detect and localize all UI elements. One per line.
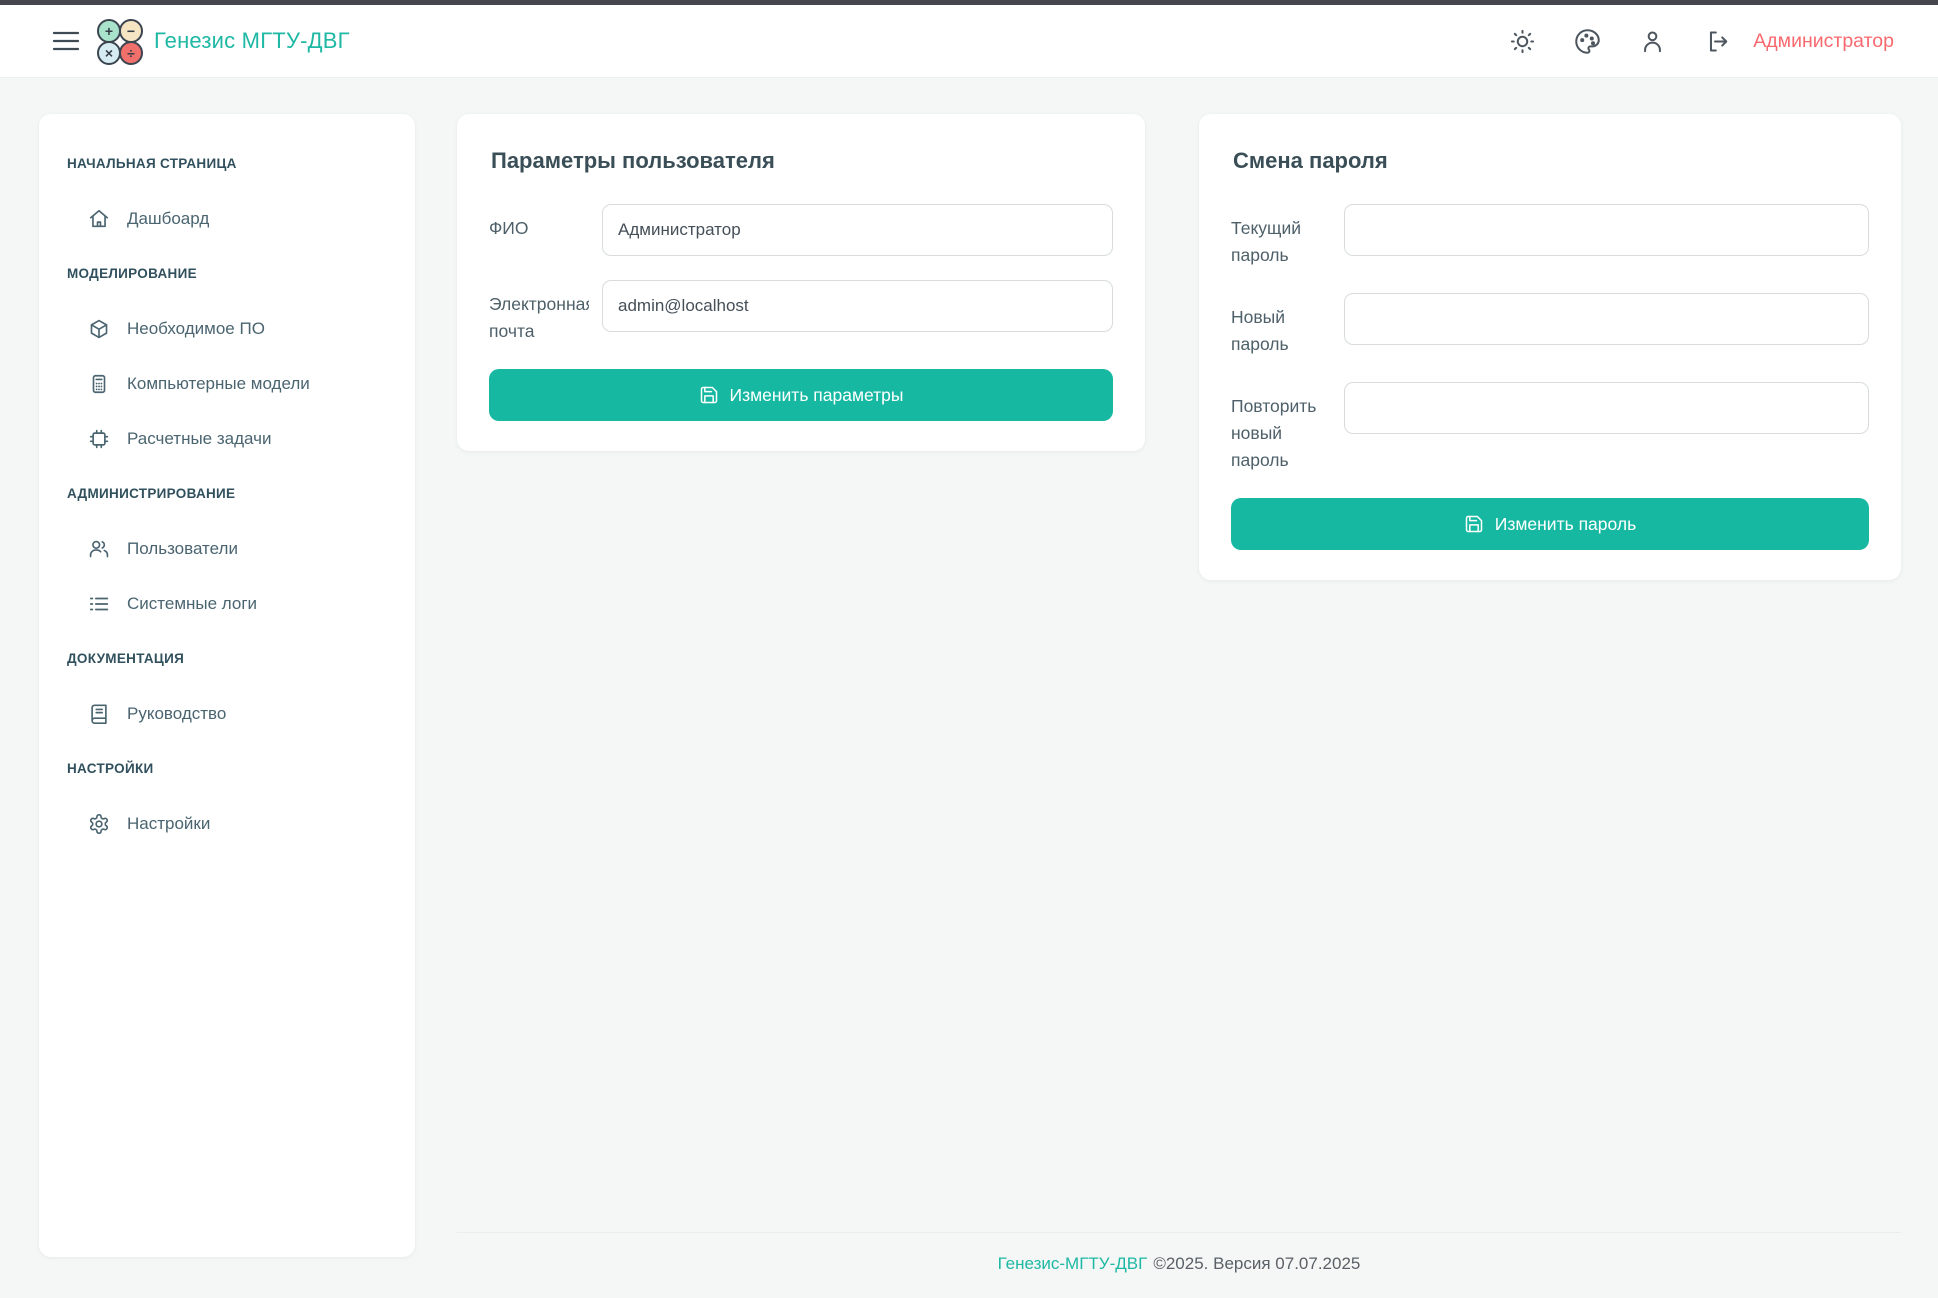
card-title: Смена пароля	[1233, 148, 1388, 173]
calculator-icon	[88, 373, 110, 395]
footer-version-text: ©2025. Версия 07.07.2025	[1153, 1254, 1361, 1273]
change-password-card: Смена пароля Текущий пароль Новый пароль…	[1199, 114, 1901, 580]
brand-title: Генезис МГТУ-ДВГ	[154, 28, 350, 53]
fio-label: ФИО	[489, 218, 529, 238]
app-header: + − × ÷ Генезис МГТУ-ДВГ Администратор	[0, 5, 1938, 78]
sidebar-item-label: Настройки	[127, 813, 211, 833]
sidebar-item-system-logs[interactable]: Системные логи	[39, 576, 415, 631]
sidebar-section-modeling: МОДЕЛИРОВАНИЕ	[67, 266, 197, 281]
users-icon	[88, 538, 110, 560]
sidebar-item-calc-tasks[interactable]: Расчетные задачи	[39, 411, 415, 466]
sidebar-item-label: Руководство	[127, 703, 227, 723]
card-title: Параметры пользователя	[491, 148, 775, 173]
sidebar: НАЧАЛЬНАЯ СТРАНИЦА Дашбоард МОДЕЛИРОВАНИ…	[39, 114, 415, 1257]
sidebar-item-users[interactable]: Пользователи	[39, 521, 415, 576]
footer-brand-link[interactable]: Генезис-МГТУ-ДВГ	[998, 1254, 1148, 1273]
repeat-password-label: Повторить новый пароль	[1231, 396, 1317, 470]
sidebar-section-settings: НАСТРОЙКИ	[67, 761, 154, 776]
save-parameters-label: Изменить параметры	[729, 384, 904, 405]
sidebar-item-settings[interactable]: Настройки	[39, 796, 415, 851]
save-icon	[1465, 515, 1483, 533]
sidebar-section-home: НАЧАЛЬНАЯ СТРАНИЦА	[67, 156, 237, 171]
main-content: Параметры пользователя ФИО Электронная п…	[457, 114, 1901, 1298]
email-label: Электронная почта	[489, 294, 589, 341]
form-row-new-password: Новый пароль	[1231, 293, 1869, 358]
form-row-current-password: Текущий пароль	[1231, 204, 1869, 269]
package-icon	[88, 318, 110, 340]
sidebar-section-administration: АДМИНИСТРИРОВАНИЕ	[67, 486, 236, 501]
sidebar-item-label: Необходимое ПО	[127, 318, 265, 338]
cards-row: Параметры пользователя ФИО Электронная п…	[457, 114, 1901, 580]
new-password-input[interactable]	[1344, 293, 1869, 345]
sidebar-item-required-software[interactable]: Необходимое ПО	[39, 301, 415, 356]
change-password-button[interactable]: Изменить пароль	[1231, 498, 1869, 550]
sidebar-section-documentation: ДОКУМЕНТАЦИЯ	[67, 651, 185, 666]
sidebar-item-label: Пользователи	[127, 538, 238, 558]
page-footer: Генезис-МГТУ-ДВГ ©2025. Версия 07.07.2025	[457, 1232, 1901, 1298]
header-actions: Администратор	[1509, 28, 1894, 55]
sidebar-item-manual[interactable]: Руководство	[39, 686, 415, 741]
sidebar-item-label: Компьютерные модели	[127, 373, 310, 393]
sidebar-item-label: Расчетные задачи	[127, 428, 272, 448]
current-password-input[interactable]	[1344, 204, 1869, 256]
list-icon	[88, 593, 110, 615]
sidebar-item-label: Дашбоард	[127, 208, 210, 228]
logo-divide-circle: ÷	[119, 41, 143, 65]
change-password-label: Изменить пароль	[1494, 513, 1637, 534]
theme-palette-icon[interactable]	[1574, 28, 1601, 55]
repeat-password-input[interactable]	[1344, 382, 1869, 434]
sidebar-item-label: Системные логи	[127, 593, 258, 613]
logout-icon[interactable]	[1704, 28, 1731, 55]
logo-multiply-circle: ×	[97, 41, 121, 65]
home-icon	[88, 208, 110, 230]
current-user-label[interactable]: Администратор	[1753, 30, 1894, 53]
sidebar-item-computer-models[interactable]: Компьютерные модели	[39, 356, 415, 411]
form-row-fio: ФИО	[489, 204, 1113, 256]
user-parameters-card: Параметры пользователя ФИО Электронная п…	[457, 114, 1145, 451]
save-icon	[700, 386, 717, 404]
save-parameters-button[interactable]: Изменить параметры	[489, 369, 1113, 421]
page-layout: НАЧАЛЬНАЯ СТРАНИЦА Дашбоард МОДЕЛИРОВАНИ…	[0, 78, 1938, 1298]
form-row-email: Электронная почта	[489, 280, 1113, 345]
current-password-label: Текущий пароль	[1231, 218, 1301, 265]
hamburger-menu-button[interactable]	[50, 27, 82, 55]
brightness-icon[interactable]	[1509, 28, 1536, 55]
gear-icon	[88, 813, 110, 835]
fio-input[interactable]	[602, 204, 1113, 256]
book-icon	[88, 703, 110, 725]
cpu-icon	[88, 428, 110, 450]
sidebar-item-dashboard[interactable]: Дашбоард	[39, 191, 415, 246]
email-input[interactable]	[602, 280, 1113, 332]
app-logo: + − × ÷	[97, 19, 143, 65]
profile-icon[interactable]	[1639, 28, 1666, 55]
logo-plus-circle: +	[97, 19, 121, 43]
form-row-repeat-password: Повторить новый пароль	[1231, 382, 1869, 474]
logo-minus-circle: −	[119, 19, 143, 43]
new-password-label: Новый пароль	[1231, 307, 1289, 354]
